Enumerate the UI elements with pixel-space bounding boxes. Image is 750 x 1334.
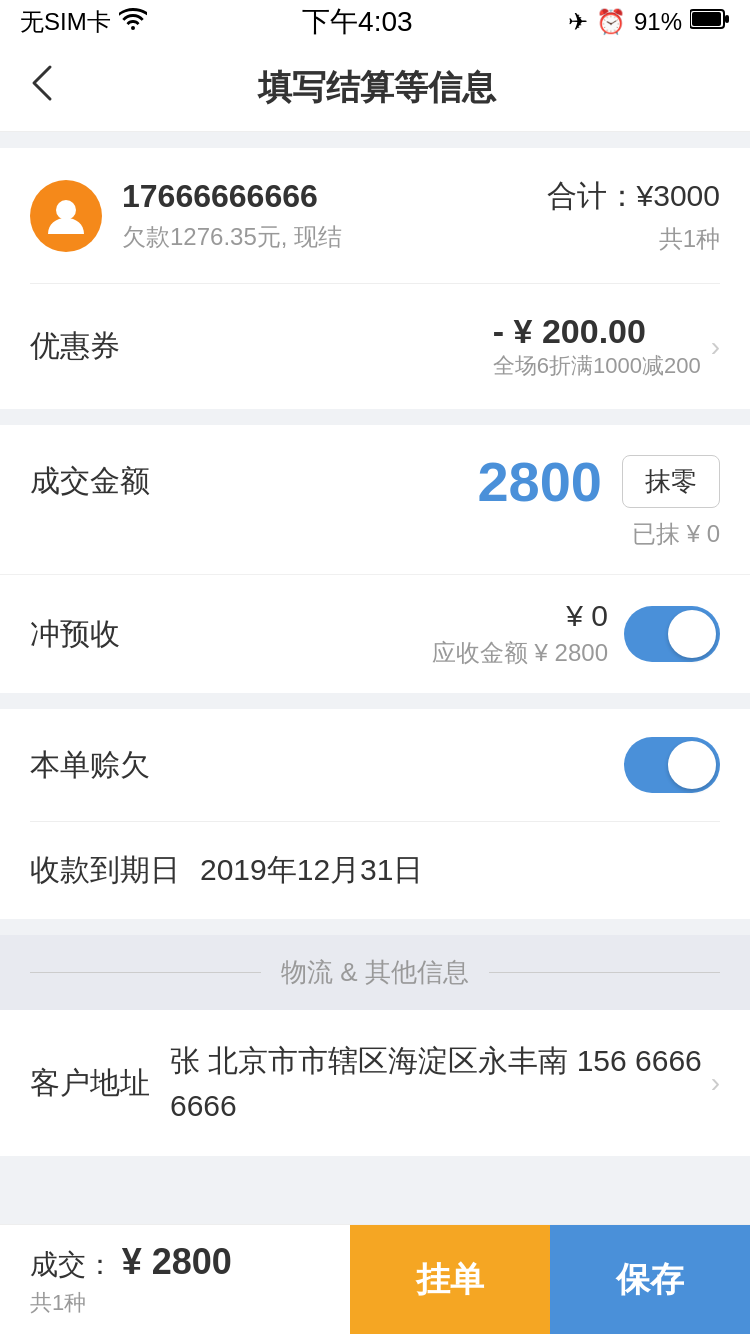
customer-row: 17666666666 欠款1276.35元, 现结 合计：¥3000 共1种 <box>0 148 750 283</box>
battery-level: 91% <box>634 8 682 36</box>
coupon-amount: - ¥ 200.00 <box>493 312 701 351</box>
battery-icon <box>690 8 730 36</box>
prepaid-label: 冲预收 <box>30 614 120 655</box>
amount-label: 成交金额 <box>30 461 150 502</box>
prepaid-amount-group: ¥ 0 应收金额 ¥ 2800 <box>432 599 608 669</box>
alarm-icon: ⏰ <box>596 8 626 36</box>
avatar <box>30 180 102 252</box>
bottom-summary: 成交： ¥ 2800 共1种 <box>0 1241 350 1318</box>
gray-separator-1 <box>0 409 750 425</box>
address-chevron-icon: › <box>711 1067 720 1099</box>
address-card: 客户地址 张 北京市市辖区海淀区永丰南 156 6666 6666 › <box>0 1010 750 1156</box>
prepaid-section: 冲预收 ¥ 0 应收金额 ¥ 2800 <box>0 574 750 693</box>
location-arrow-icon: ✈ <box>568 8 588 36</box>
credit-row: 本单赊欠 <box>0 709 750 821</box>
prepaid-right: ¥ 0 应收金额 ¥ 2800 <box>432 599 720 669</box>
customer-phone: 17666666666 <box>122 178 547 215</box>
due-date-value: 2019年12月31日 <box>200 850 423 891</box>
status-bar: 无SIM卡 下午4:03 ✈ ⏰ 91% <box>0 0 750 44</box>
prepaid-sub: 应收金额 ¥ 2800 <box>432 637 608 669</box>
back-button[interactable] <box>30 63 74 112</box>
svg-rect-1 <box>692 12 721 26</box>
gray-separator-2 <box>0 693 750 709</box>
prepaid-toggle[interactable] <box>624 606 720 662</box>
due-date-row: 收款到期日 2019年12月31日 <box>0 822 750 919</box>
gray-separator-3 <box>0 919 750 935</box>
save-button[interactable]: 保存 <box>550 1225 750 1335</box>
bottom-deal-amount: ¥ 2800 <box>122 1241 232 1282</box>
prepaid-row: 冲预收 ¥ 0 应收金额 ¥ 2800 <box>30 599 720 669</box>
bottom-deal-label: 成交： ¥ 2800 <box>30 1241 320 1284</box>
credit-card: 本单赊欠 收款到期日 2019年12月31日 <box>0 709 750 919</box>
customer-total: 合计：¥3000 共1种 <box>547 176 720 255</box>
nav-bar: 填写结算等信息 <box>0 44 750 132</box>
svg-rect-2 <box>725 15 729 23</box>
coupon-row[interactable]: 优惠券 - ¥ 200.00 全场6折满1000减200 › <box>0 284 750 409</box>
status-left: 无SIM卡 <box>20 6 147 38</box>
hold-button[interactable]: 挂单 <box>350 1225 550 1335</box>
credit-toggle[interactable] <box>624 737 720 793</box>
customer-info-card: 17666666666 欠款1276.35元, 现结 合计：¥3000 共1种 … <box>0 148 750 409</box>
amount-section: 成交金额 2800 抹零 已抹 ¥ 0 <box>0 425 750 574</box>
round-button[interactable]: 抹零 <box>622 455 720 508</box>
chevron-right-icon: › <box>711 331 720 363</box>
address-label: 客户地址 <box>30 1063 150 1104</box>
address-value: 张 北京市市辖区海淀区永丰南 156 6666 6666 <box>170 1038 711 1128</box>
credit-toggle-knob <box>668 741 716 789</box>
wifi-icon <box>119 8 147 36</box>
coupon-right: - ¥ 200.00 全场6折满1000减200 › <box>493 312 720 381</box>
section-divider-text: 物流 & 其他信息 <box>281 955 469 990</box>
customer-details: 17666666666 欠款1276.35元, 现结 <box>122 178 547 253</box>
section-divider: 物流 & 其他信息 <box>0 935 750 1010</box>
amount-sub: 已抹 ¥ 0 <box>30 518 720 550</box>
page-title: 填写结算等信息 <box>74 65 680 111</box>
credit-label: 本单赊欠 <box>30 745 150 786</box>
bottom-count: 共1种 <box>30 1288 320 1318</box>
total-count: 共1种 <box>547 223 720 255</box>
amount-value: 2800 <box>477 449 602 514</box>
coupon-desc: 全场6折满1000减200 <box>493 351 701 381</box>
address-row[interactable]: 客户地址 张 北京市市辖区海淀区永丰南 156 6666 6666 › <box>0 1010 750 1156</box>
svg-point-3 <box>56 200 76 220</box>
due-date-label: 收款到期日 <box>30 850 180 891</box>
divider-line-left <box>30 972 261 973</box>
customer-note: 欠款1276.35元, 现结 <box>122 221 547 253</box>
transaction-card: 成交金额 2800 抹零 已抹 ¥ 0 冲预收 ¥ 0 应收金额 ¥ 2800 <box>0 425 750 693</box>
amount-row: 成交金额 2800 抹零 <box>30 449 720 514</box>
prepaid-value: ¥ 0 <box>432 599 608 633</box>
coupon-label: 优惠券 <box>30 326 120 367</box>
sim-status: 无SIM卡 <box>20 6 111 38</box>
toggle-knob <box>668 610 716 658</box>
divider-line-right <box>489 972 720 973</box>
amount-value-group: 2800 抹零 <box>477 449 720 514</box>
bottom-bar: 成交： ¥ 2800 共1种 挂单 保存 <box>0 1224 750 1334</box>
status-right: ✈ ⏰ 91% <box>568 8 730 36</box>
total-amount: 合计：¥3000 <box>547 176 720 217</box>
status-time: 下午4:03 <box>302 3 413 41</box>
